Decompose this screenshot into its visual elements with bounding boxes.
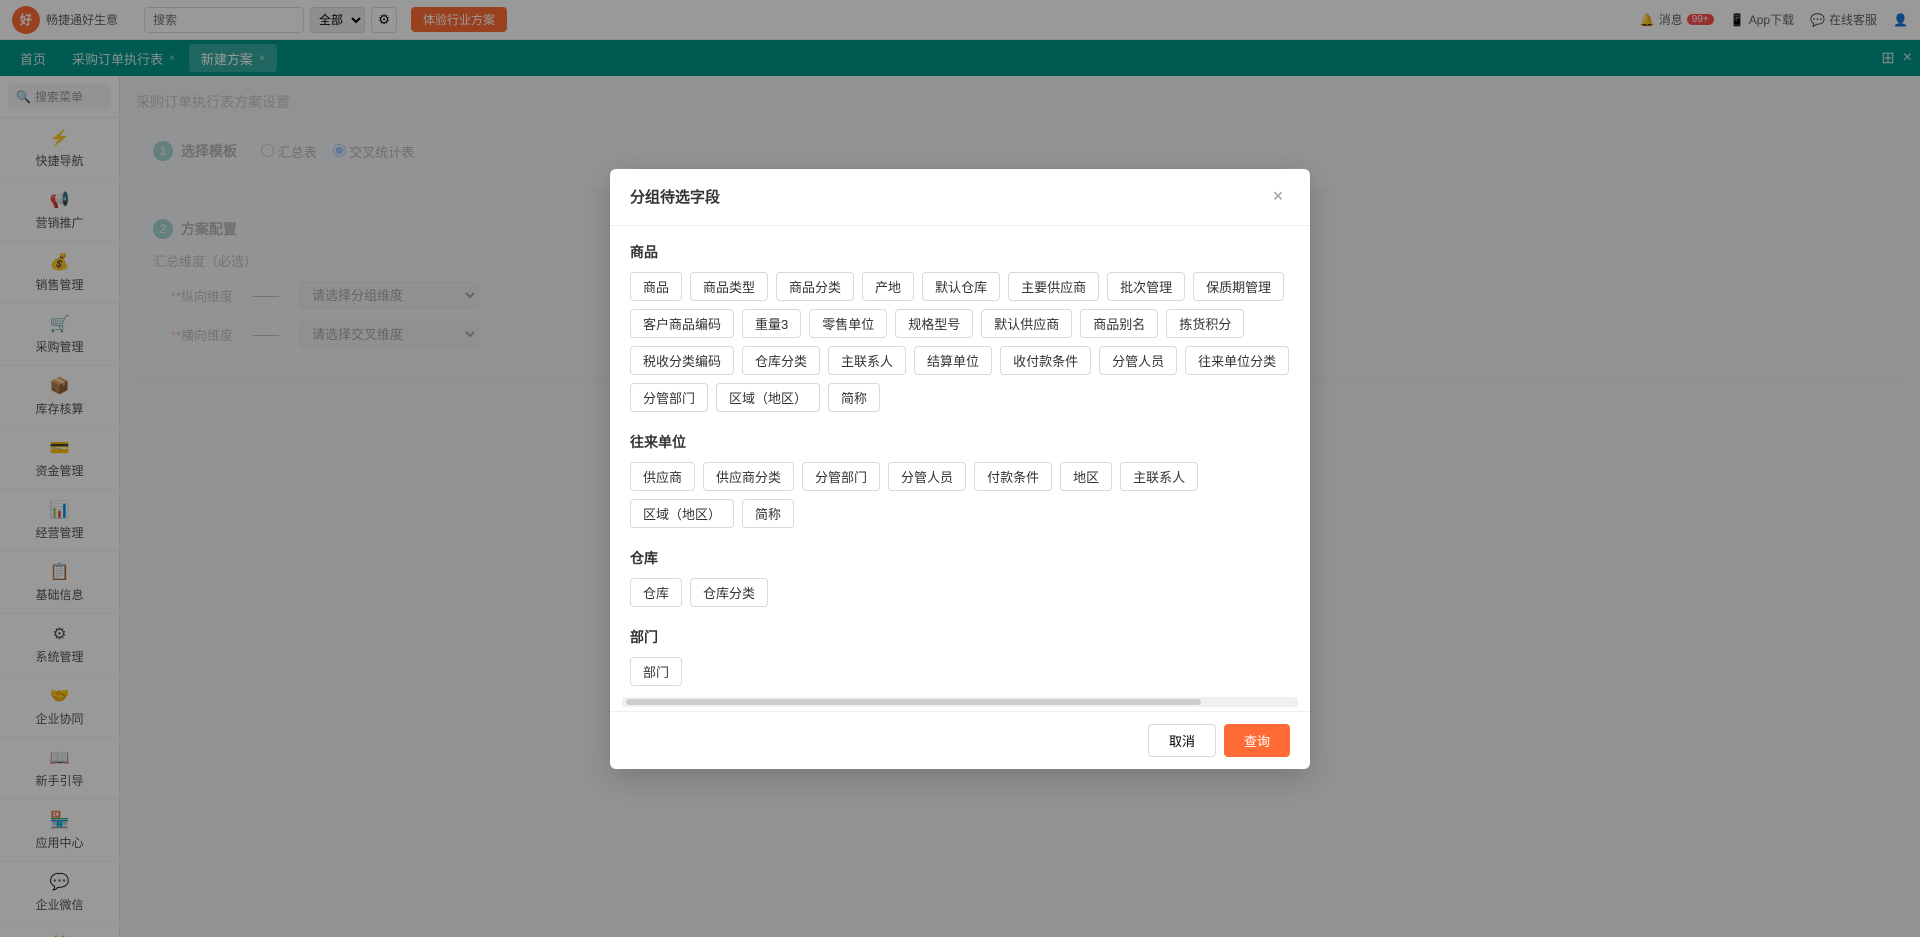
modal-footer: 取消 查询 [610, 711, 1310, 769]
field-tag[interactable]: 付款条件 [974, 462, 1052, 491]
field-tag[interactable]: 部门 [630, 657, 682, 686]
section-partner-tags: 供应商供应商分类分管部门分管人员付款条件地区主联系人区域（地区） 简称 [630, 462, 1290, 528]
field-tag[interactable]: 零售单位 [809, 309, 887, 338]
field-tag[interactable]: 供应商 [630, 462, 695, 491]
field-tag[interactable]: 收付款条件 [1000, 346, 1091, 375]
field-select-modal: 分组待选字段 × 商品 商品商品类型商品分类产地默认仓库主要供应商批次管理保质期… [610, 169, 1310, 769]
field-tag[interactable]: 供应商分类 [703, 462, 794, 491]
modal-header: 分组待选字段 × [610, 169, 1310, 226]
field-tag[interactable]: 分管部门 [630, 383, 708, 412]
field-tag[interactable]: 区域（地区） [630, 499, 734, 528]
modal-title: 分组待选字段 [630, 186, 720, 207]
field-tag[interactable]: 税收分类编码 [630, 346, 734, 375]
field-tag[interactable]: 仓库 [630, 578, 682, 607]
field-tag[interactable]: 默认供应商 [981, 309, 1072, 338]
section-goods: 商品 商品商品类型商品分类产地默认仓库主要供应商批次管理保质期管理客户商品编码重… [630, 242, 1290, 412]
field-tag[interactable]: 主联系人 [1120, 462, 1198, 491]
section-goods-title: 商品 [630, 242, 1290, 262]
field-tag[interactable]: 商品类型 [690, 272, 768, 301]
field-tag[interactable]: 结算单位 [914, 346, 992, 375]
field-tag[interactable]: 规格型号 [895, 309, 973, 338]
field-tag[interactable]: 仓库分类 [690, 578, 768, 607]
field-tag[interactable]: 客户商品编码 [630, 309, 734, 338]
section-warehouse-tags: 仓库仓库分类 [630, 578, 1290, 607]
field-tag[interactable]: 仓库分类 [742, 346, 820, 375]
field-tag[interactable]: 简称 [742, 499, 794, 528]
cancel-button[interactable]: 取消 [1148, 724, 1216, 757]
modal-body: 商品 商品商品类型商品分类产地默认仓库主要供应商批次管理保质期管理客户商品编码重… [610, 226, 1310, 693]
field-tag[interactable]: 往来单位分类 [1185, 346, 1289, 375]
field-tag[interactable]: 分管人员 [1099, 346, 1177, 375]
horizontal-scrollbar[interactable] [622, 697, 1298, 707]
section-goods-tags: 商品商品类型商品分类产地默认仓库主要供应商批次管理保质期管理客户商品编码重量3 零… [630, 272, 1290, 412]
section-partner: 往来单位 供应商供应商分类分管部门分管人员付款条件地区主联系人区域（地区） 简称 [630, 432, 1290, 528]
field-tag[interactable]: 主联系人 [828, 346, 906, 375]
field-tag[interactable]: 商品别名 [1080, 309, 1158, 338]
field-tag[interactable]: 地区 [1060, 462, 1112, 491]
field-tag[interactable]: 批次管理 [1107, 272, 1185, 301]
field-tag[interactable]: 商品 [630, 272, 682, 301]
field-tag[interactable]: 保质期管理 [1193, 272, 1284, 301]
modal-overlay: 分组待选字段 × 商品 商品商品类型商品分类产地默认仓库主要供应商批次管理保质期… [0, 0, 1920, 937]
field-tag[interactable]: 产地 [862, 272, 914, 301]
modal-close-button[interactable]: × [1266, 185, 1290, 209]
section-partner-title: 往来单位 [630, 432, 1290, 452]
section-warehouse: 仓库 仓库仓库分类 [630, 548, 1290, 607]
section-warehouse-title: 仓库 [630, 548, 1290, 568]
modal-hscroll-container [610, 693, 1310, 711]
field-tag[interactable]: 简称 [828, 383, 880, 412]
section-dept-title: 部门 [630, 627, 1290, 647]
field-tag[interactable]: 分管部门 [802, 462, 880, 491]
field-tag[interactable]: 拣货积分 [1166, 309, 1244, 338]
field-tag[interactable]: 默认仓库 [922, 272, 1000, 301]
confirm-button[interactable]: 查询 [1224, 724, 1290, 757]
section-dept-tags: 部门 [630, 657, 1290, 686]
hscroll-thumb [626, 699, 1201, 705]
field-tag[interactable]: 商品分类 [776, 272, 854, 301]
field-tag[interactable]: 重量3 [742, 309, 801, 338]
field-tag[interactable]: 主要供应商 [1008, 272, 1099, 301]
field-tag[interactable]: 分管人员 [888, 462, 966, 491]
field-tag[interactable]: 区域（地区） [716, 383, 820, 412]
section-dept: 部门 部门 [630, 627, 1290, 686]
